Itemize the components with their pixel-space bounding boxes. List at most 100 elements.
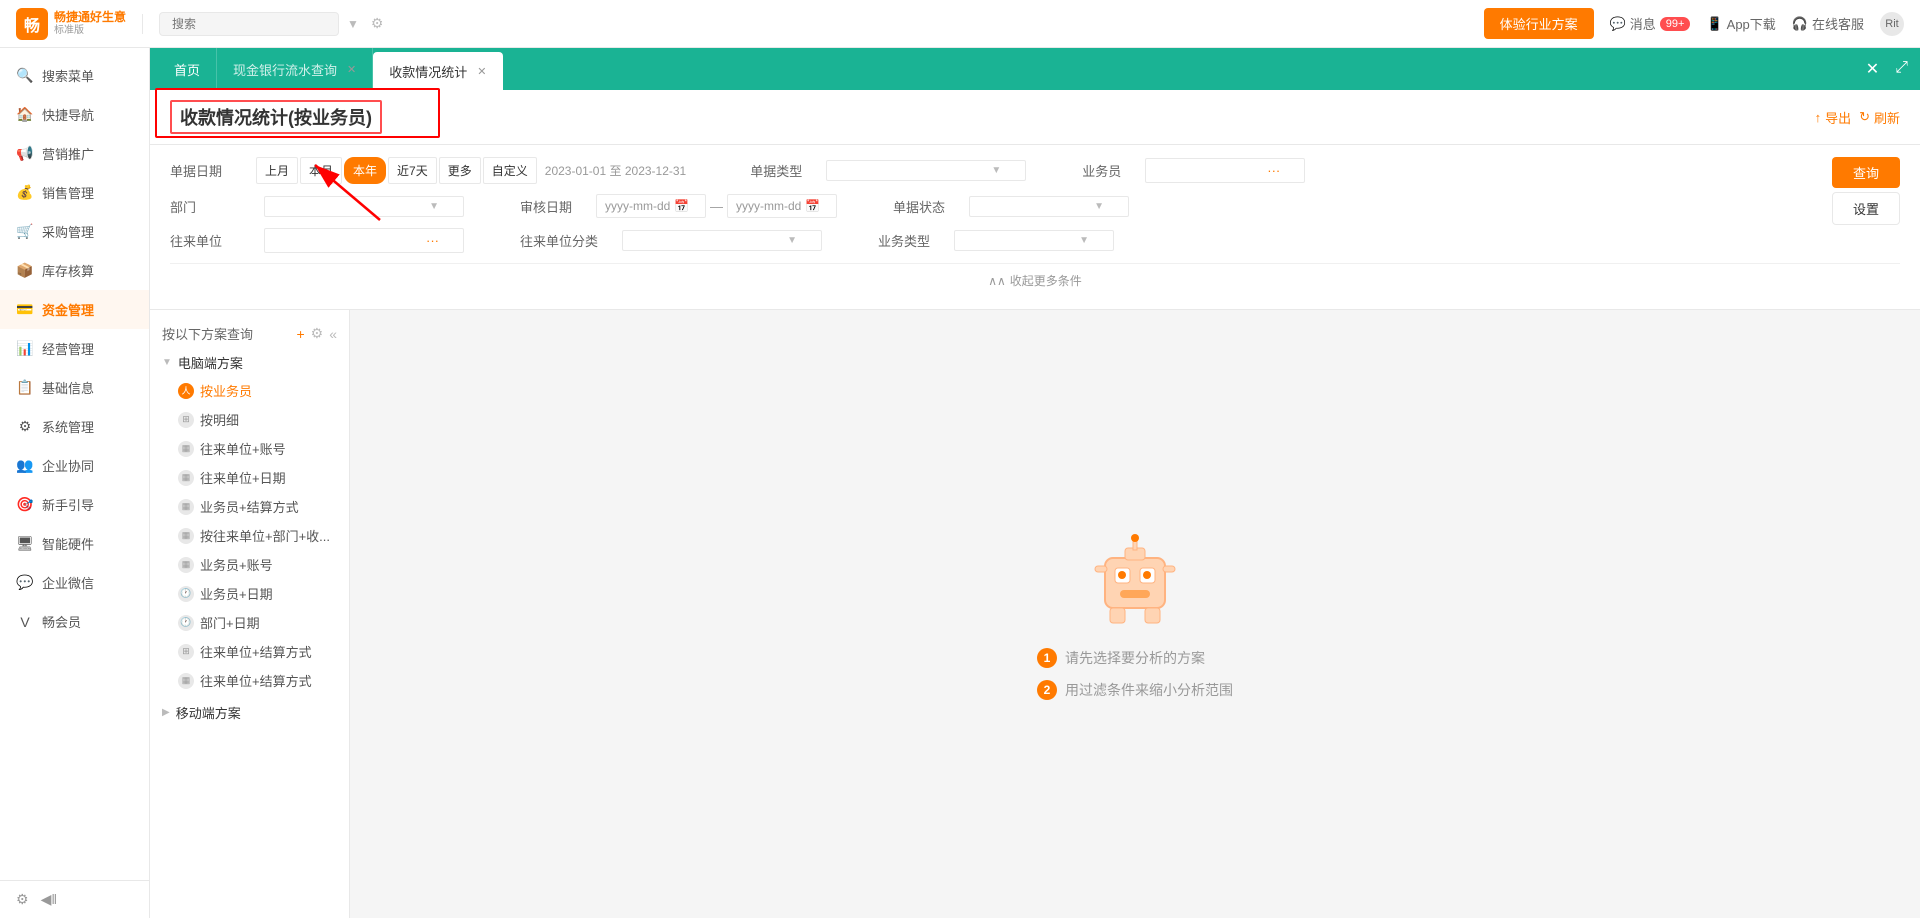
scheme-item-salesperson-account[interactable]: ▦ 业务员+账号 [150,550,349,579]
sidebar-item-system[interactable]: ⚙ 系统管理 [0,407,149,446]
collapse-panel-button[interactable]: « [329,325,337,342]
doc-status-label: 单据状态 [893,197,945,216]
export-button[interactable]: ↑ 导出 [1815,108,1852,127]
scheme-icon-table2: ▦ [178,470,194,486]
scheme-label-1: 按明细 [200,410,239,429]
empty-illustration [1075,528,1195,628]
sidebar-item-marketing[interactable]: 📢 营销推广 [0,134,149,173]
tab-receipt-stats[interactable]: 收款情况统计 ✕ [373,52,503,90]
scheme-item-partner-payment2[interactable]: ▦ 往来单位+结算方式 [150,666,349,695]
tab-receipt-stats-close[interactable]: ✕ [477,65,486,78]
add-scheme-button[interactable]: + [296,325,304,342]
scheme-item-partner-date[interactable]: ▦ 往来单位+日期 [150,463,349,492]
sidebar-item-hardware[interactable]: 🖥 智能硬件 [0,524,149,563]
group-expand-icon: ▼ [162,357,172,368]
date-btn-more[interactable]: 更多 [439,157,481,184]
mobile-group-expand-icon: ▶ [162,707,170,718]
empty-area: 1 请先选择要分析的方案 2 用过滤条件来缩小分析范围 [1037,528,1233,700]
dept-select[interactable]: ▼ [264,196,464,217]
hardware-icon: 🖥 [16,535,34,553]
scheme-item-partner-payment1[interactable]: ⊞ 往来单位+结算方式 [150,637,349,666]
sidebar-item-finance[interactable]: 💳 资金管理 [0,290,149,329]
search-dropdown[interactable]: ▼ [347,17,359,31]
settings-icon[interactable]: ⚙ [371,15,384,32]
tab-home[interactable]: 首页 [158,48,217,90]
scheme-item-partner-dept[interactable]: ▦ 按往来单位+部门+收... [150,521,349,550]
sidebar-item-purchase[interactable]: 🛒 采购管理 [0,212,149,251]
member-icon: V [16,613,34,631]
scheme-item-salesperson-date[interactable]: 🕐 业务员+日期 [150,579,349,608]
sidebar-item-sales-label: 销售管理 [42,183,94,202]
online-service-label: 在线客服 [1812,14,1864,33]
scheme-group-desktop-header[interactable]: ▼ 电脑端方案 [150,349,349,376]
salesperson-select[interactable]: ··· [1145,158,1305,183]
sidebar-item-wechat[interactable]: 💬 企业微信 [0,563,149,602]
close-tab-icon[interactable]: ✕ [1862,55,1883,83]
date-btn-this-year[interactable]: 本年 [344,157,386,184]
doc-type-select[interactable]: ▼ [826,160,1026,181]
app-download-action[interactable]: 📱 App下载 [1706,14,1775,33]
query-button[interactable]: 查询 [1832,157,1900,188]
sidebar-item-nav[interactable]: 🏠 快捷导航 [0,95,149,134]
export-label: 导出 [1825,108,1851,127]
tab-bank-flow-close[interactable]: ✕ [347,63,356,76]
collapse-bar[interactable]: ∧∧ 收起更多条件 [170,263,1900,297]
date-sep: 至 [610,164,625,178]
scheme-item-dept-date[interactable]: 🕐 部门+日期 [150,608,349,637]
date-btn-7days[interactable]: 近7天 [388,157,437,184]
date-btn-this-month[interactable]: 本月 [300,157,342,184]
collapse-sidebar-icon[interactable]: ◀‖ [41,891,58,908]
maximize-icon[interactable]: ⤢ [1891,55,1912,83]
sidebar-menu: 🔍 搜索菜单 🏠 快捷导航 📢 营销推广 💰 销售管理 🛒 采购管 [0,48,149,880]
partner-more-icon[interactable]: ··· [426,233,439,248]
user-profile[interactable]: Rit [1880,12,1904,36]
scheme-item-salesperson-payment[interactable]: ▦ 业务员+结算方式 [150,492,349,521]
review-date-end[interactable]: yyyy-mm-dd 📅 [727,194,837,218]
set-button[interactable]: 设置 [1832,192,1900,225]
scheme-label-2: 往来单位+账号 [200,439,286,458]
settings-bottom-icon[interactable]: ⚙ [16,891,29,908]
scheme-icon-grid: ⊞ [178,412,194,428]
scheme-group-mobile-header[interactable]: ▶ 移动端方案 [150,699,349,726]
sidebar-item-guide[interactable]: 🎯 新手引导 [0,485,149,524]
scheme-settings-button[interactable]: ⚙ [311,325,324,342]
tab-bank-flow[interactable]: 现金银行流水查询 ✕ [217,48,373,90]
sidebar-item-sales[interactable]: 💰 销售管理 [0,173,149,212]
top-header: 畅 畅捷通好生意 标准版 ▼ ⚙ 体验行业方案 💬 消息 99+ 📱 App下载 [0,0,1920,48]
sidebar-item-inventory[interactable]: 📦 库存核算 [0,251,149,290]
scheme-icon-bar: ▦ [178,499,194,515]
sidebar-item-wechat-label: 企业微信 [42,573,94,592]
scheme-icon-table1: ▦ [178,441,194,457]
filter-area: 单据日期 上月 本月 本年 近7天 更多 自定义 [150,145,1920,310]
date-btn-last-month[interactable]: 上月 [256,157,298,184]
sidebar-item-basic-label: 基础信息 [42,378,94,397]
partner-select[interactable]: ··· [264,228,464,253]
tab-bar: 首页 现金银行流水查询 ✕ 收款情况统计 ✕ ✕ ⤢ [150,48,1920,90]
review-date-start[interactable]: yyyy-mm-dd 📅 [596,194,706,218]
partner-category-select[interactable]: ▼ [622,230,822,251]
sidebar-item-search[interactable]: 🔍 搜索菜单 [0,56,149,95]
sidebar-item-member[interactable]: V 畅会员 [0,602,149,641]
message-icon: 💬 [1610,16,1626,32]
online-service-action[interactable]: 🎧 在线客服 [1792,14,1864,33]
trial-button[interactable]: 体验行业方案 [1484,8,1594,39]
refresh-button[interactable]: ↻ 刷新 [1859,108,1900,127]
tab-bank-flow-label: 现金银行流水查询 [233,60,337,79]
doc-status-select[interactable]: ▼ [969,196,1129,217]
sidebar-item-management[interactable]: 📊 经营管理 [0,329,149,368]
messages-action[interactable]: 💬 消息 99+ [1610,14,1691,33]
tab-receipt-stats-label: 收款情况统计 [389,62,467,81]
scheme-item-partner-account[interactable]: ▦ 往来单位+账号 [150,434,349,463]
logo-area: 畅 畅捷通好生意 标准版 [16,8,126,40]
inventory-icon: 📦 [16,262,34,280]
biz-type-select[interactable]: ▼ [954,230,1114,251]
sidebar-item-collab[interactable]: 👥 企业协同 [0,446,149,485]
scheme-item-detail[interactable]: ⊞ 按明细 [150,405,349,434]
date-btn-custom[interactable]: 自定义 [483,157,537,184]
sidebar-item-basic[interactable]: 📋 基础信息 [0,368,149,407]
tab-home-label: 首页 [174,60,200,79]
scheme-item-by-salesperson[interactable]: 人 按业务员 [150,376,349,405]
salesperson-more-icon[interactable]: ··· [1267,163,1280,178]
search-input[interactable] [159,12,339,36]
doc-status-arrow: ▼ [1094,201,1104,212]
